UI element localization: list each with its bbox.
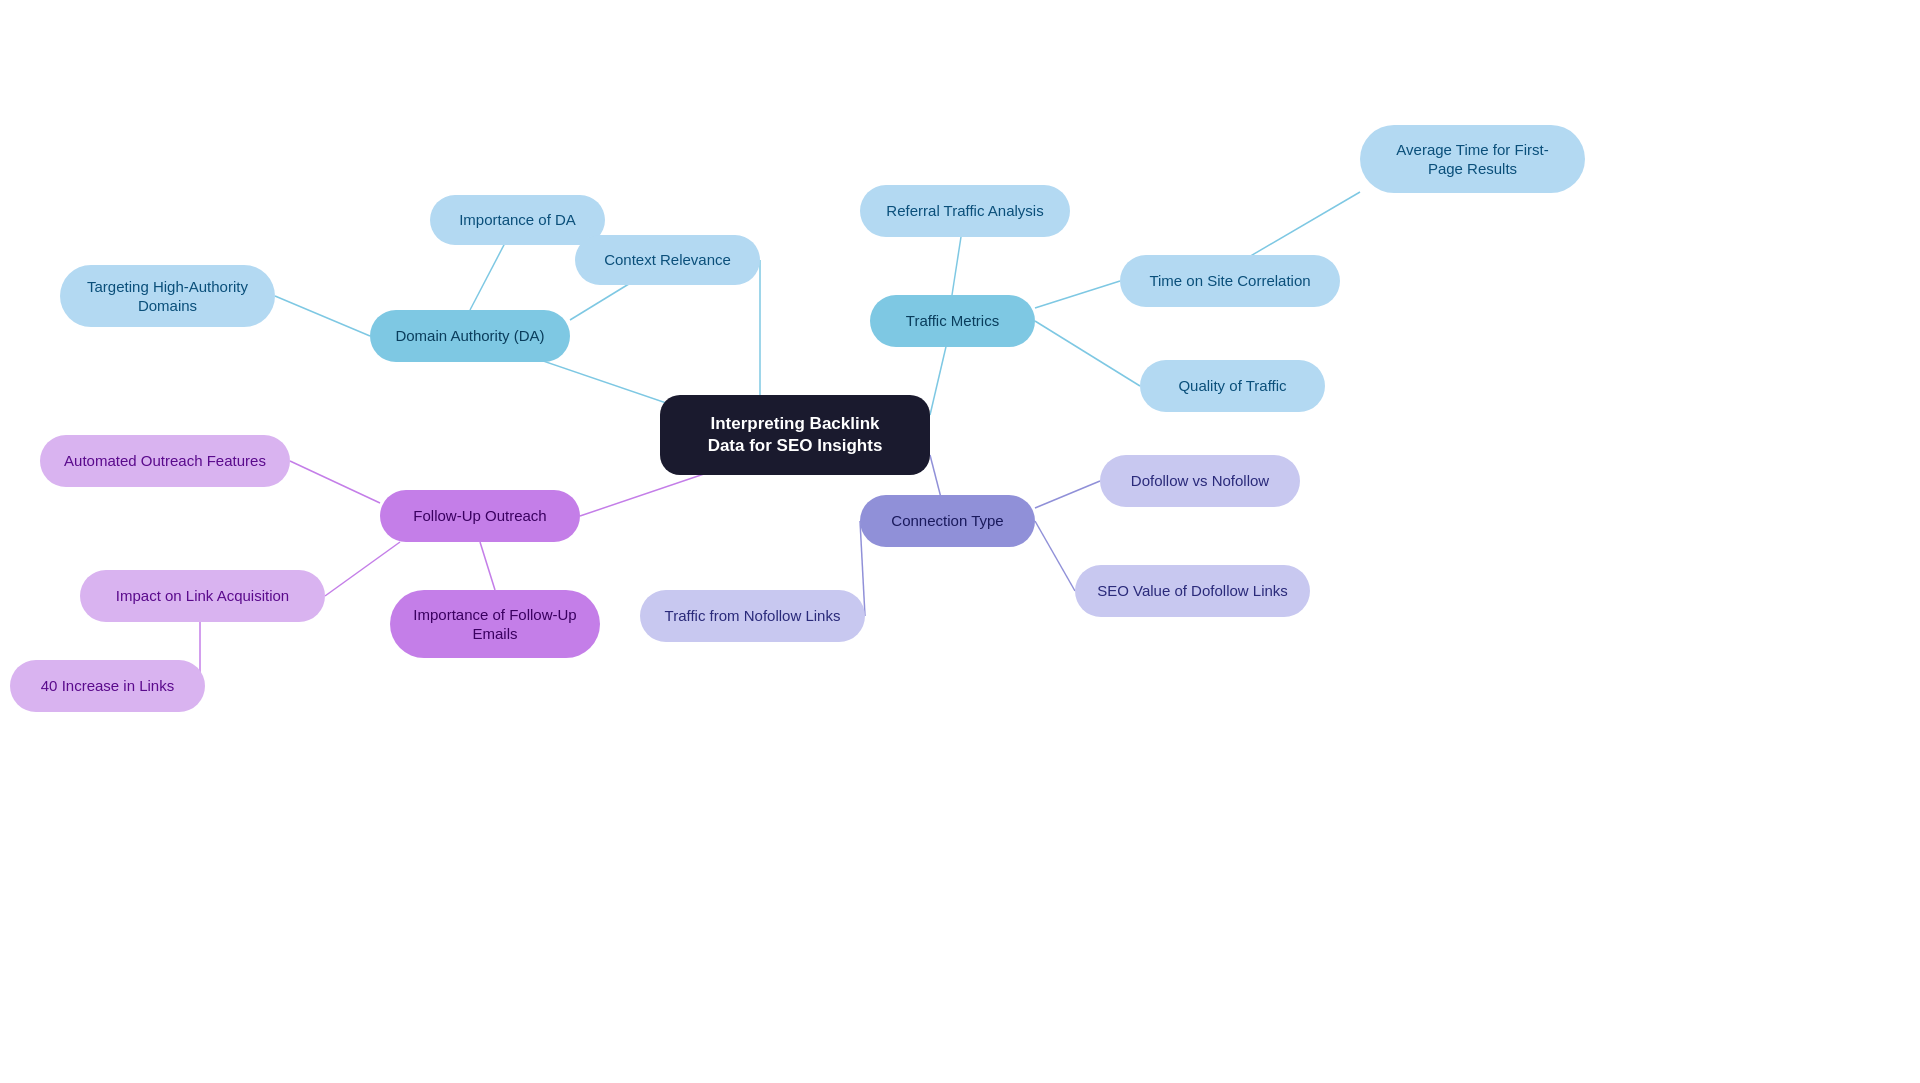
- svg-line-13: [480, 542, 495, 590]
- quality-of-traffic-node[interactable]: Quality of Traffic: [1140, 360, 1325, 412]
- svg-line-16: [1035, 481, 1100, 508]
- time-on-site-node[interactable]: Time on Site Correlation: [1120, 255, 1340, 307]
- follow-up-outreach-node[interactable]: Follow-Up Outreach: [380, 490, 580, 542]
- impact-link-node[interactable]: Impact on Link Acquisition: [80, 570, 325, 622]
- svg-line-12: [325, 542, 400, 596]
- domain-authority-node[interactable]: Domain Authority (DA): [370, 310, 570, 362]
- automated-outreach-node[interactable]: Automated Outreach Features: [40, 435, 290, 487]
- targeting-high-authority-node[interactable]: Targeting High-Authority Domains: [60, 265, 275, 327]
- traffic-nofollow-node[interactable]: Traffic from Nofollow Links: [640, 590, 865, 642]
- svg-line-11: [290, 461, 380, 503]
- seo-value-node[interactable]: SEO Value of Dofollow Links: [1075, 565, 1310, 617]
- avg-time-node[interactable]: Average Time for First-Page Results: [1360, 125, 1585, 193]
- traffic-metrics-node[interactable]: Traffic Metrics: [870, 295, 1035, 347]
- svg-line-7: [1035, 281, 1120, 308]
- center-node[interactable]: Interpreting Backlink Data for SEO Insig…: [660, 395, 930, 475]
- context-relevance-node[interactable]: Context Relevance: [575, 235, 760, 285]
- svg-line-8: [1035, 321, 1140, 386]
- increase-links-node[interactable]: 40 Increase in Links: [10, 660, 205, 712]
- referral-traffic-node[interactable]: Referral Traffic Analysis: [860, 185, 1070, 237]
- connection-type-node[interactable]: Connection Type: [860, 495, 1035, 547]
- dofollow-nofollow-node[interactable]: Dofollow vs Nofollow: [1100, 455, 1300, 507]
- svg-line-2: [275, 296, 370, 336]
- svg-line-17: [1035, 521, 1075, 591]
- importance-followup-node[interactable]: Importance of Follow-Up Emails: [390, 590, 600, 658]
- importance-of-da-node[interactable]: Importance of DA: [430, 195, 605, 245]
